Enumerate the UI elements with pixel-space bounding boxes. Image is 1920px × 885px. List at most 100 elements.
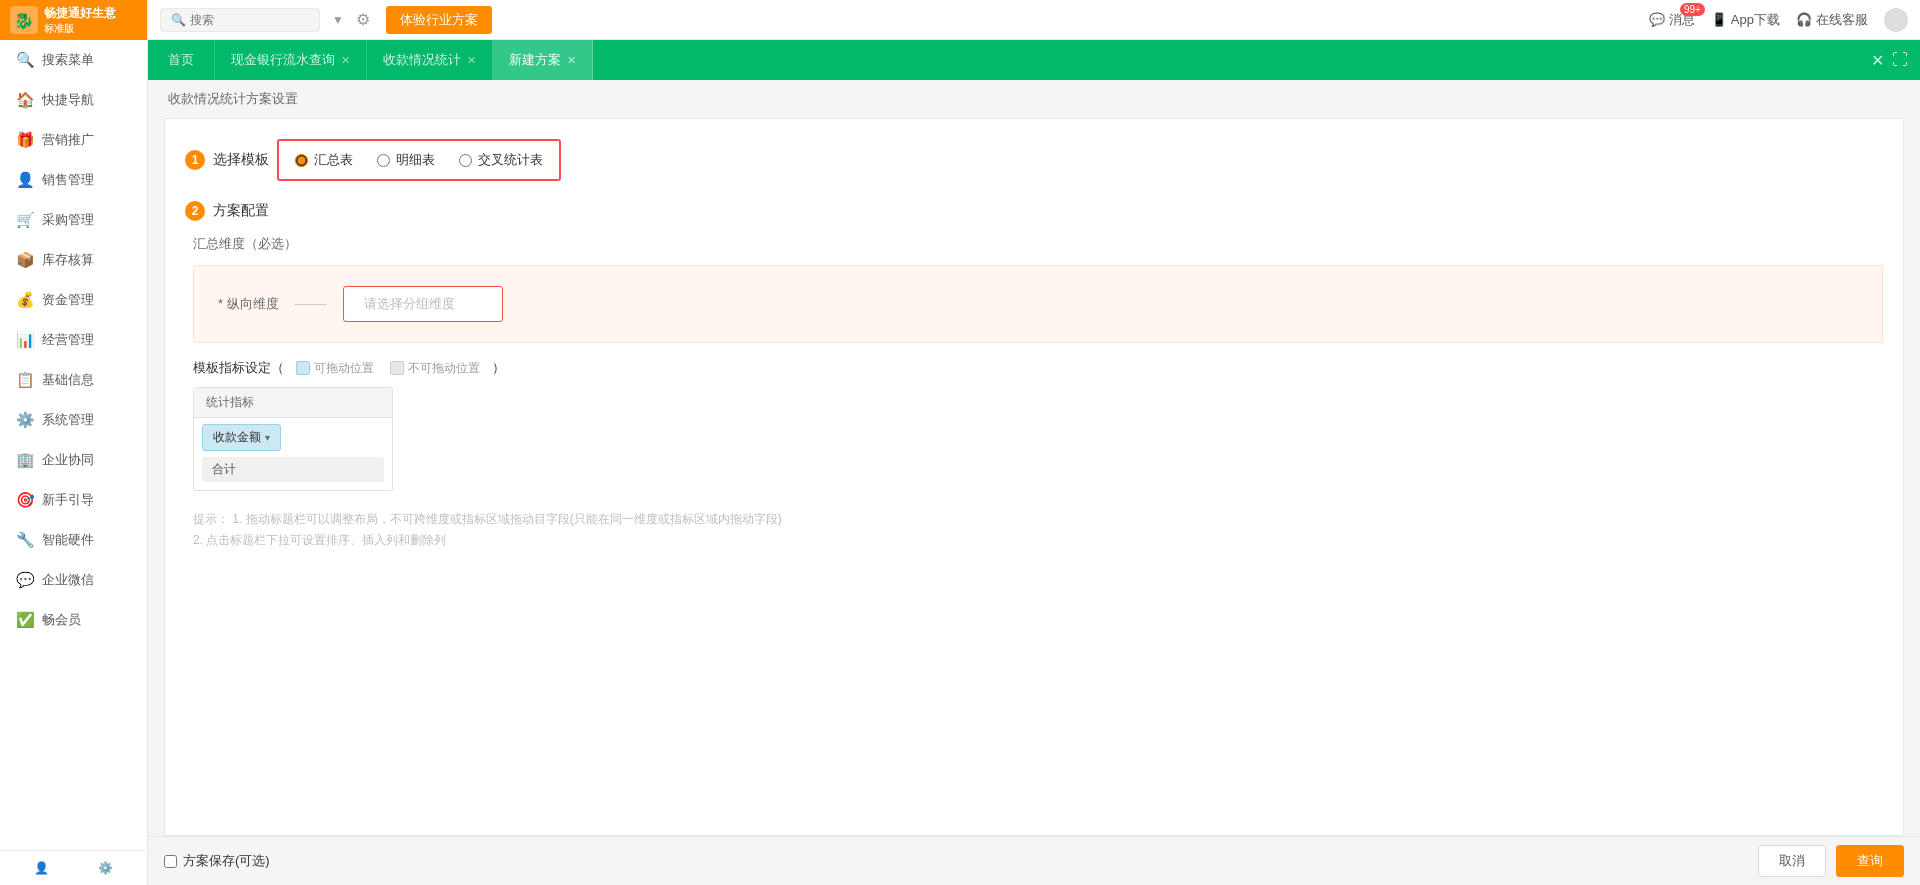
tab-actions: ✕ ⛶ [1859,51,1920,70]
search-icon: 🔍 [171,13,186,27]
tab-label-new-plan: 新建方案 [509,51,561,69]
user-avatar[interactable] [1884,8,1908,32]
template-label-summary: 汇总表 [314,151,353,169]
sidebar-item-finance[interactable]: 💰资金管理 [0,280,147,320]
template-label-detail: 明细表 [396,151,435,169]
draggable-label: 可拖动位置 [314,360,374,377]
topbar-gear-icon[interactable]: ⚙ [356,10,370,29]
step1-title: 选择模板 [213,151,269,169]
topbar: 🔍 ▼ ⚙ 体验行业方案 💬 消息 99+ 📱 App下载 🎧 在线客服 [148,0,1920,40]
system-icon: ⚙️ [16,411,34,429]
app-download-link[interactable]: 📱 App下载 [1711,11,1780,29]
main-card: 1 选择模板 汇总表 明细表 交叉统计表 [164,118,1904,836]
tab-close-new-plan[interactable]: ✕ [567,54,576,67]
message-icon: 💬 [1649,12,1665,27]
tab-receipt-stats[interactable]: 收款情况统计 ✕ [367,40,493,80]
template-option-detail[interactable]: 明细表 [377,151,435,169]
tab-close-receipt-stats[interactable]: ✕ [467,54,476,67]
sidebar-item-base-info[interactable]: 📋 基础信息 [0,360,147,400]
sidebar-item-guide[interactable]: 🎯新手引导 [0,480,147,520]
search-menu-icon: 🔍 [16,51,34,69]
template-option-crosstab[interactable]: 交叉统计表 [459,151,543,169]
topbar-dropdown-icon[interactable]: ▼ [332,13,344,27]
inventory-icon: 📦 [16,251,34,269]
sidebar-label-system: 系统管理 [42,411,94,429]
notifications-badge[interactable]: 💬 消息 99+ [1649,11,1695,29]
sidebar-settings-icon[interactable]: ⚙️ [74,861,138,875]
sidebar-label-enterprise: 企业协同 [42,451,94,469]
hint-1: 提示： 1. 拖动标题栏可以调整布局，不可跨维度或指标区域拖动目字段(只能在同一… [193,511,1883,528]
finance-icon: 💰 [16,291,34,309]
template-option-summary[interactable]: 汇总表 [295,151,353,169]
page-content: 收款情况统计方案设置 1 选择模板 汇总表 明细表 [148,80,1920,885]
sidebar-item-smart-hw[interactable]: 🔧 智能硬件 [0,520,147,560]
query-button[interactable]: 查询 [1836,845,1904,877]
quick-nav-icon: 🏠 [16,91,34,109]
dimension-row: * 纵向维度 —— 请选择分组维度 [218,286,1858,322]
tab-label-receipt-stats: 收款情况统计 [383,51,461,69]
online-service-label: 在线客服 [1816,11,1868,29]
step2-section: 2 方案配置 汇总维度（必选） * 纵向维度 —— 请选择分组维度 [185,201,1883,549]
tab-close-cash-flow[interactable]: ✕ [341,54,350,67]
indicator-tag-amount[interactable]: 收款金额 ▾ [202,424,281,451]
purchase-icon: 🛒 [16,211,34,229]
save-option-label[interactable]: 方案保存(可选) [164,852,270,870]
dimension-section-label: 汇总维度（必选） [193,235,1883,253]
sidebar-item-quick-nav[interactable]: 🏠快捷导航 [0,80,147,120]
notifications-count: 99+ [1680,3,1705,16]
sidebar-item-operations[interactable]: 📊经营管理 [0,320,147,360]
maximize-icon[interactable]: ⛶ [1892,51,1908,69]
cancel-button[interactable]: 取消 [1758,845,1826,877]
sidebar-item-enterprise[interactable]: 🏢企业协同 [0,440,147,480]
topbar-search-box[interactable]: 🔍 [160,8,320,32]
indicator-settings-label: 模板指标设定（ [193,359,284,377]
tab-home[interactable]: 首页 [148,40,215,80]
close-window-icon[interactable]: ✕ [1871,51,1884,70]
sidebar-label-weixin: 企业微信 [42,571,94,589]
logo-icon: 🐉 [10,6,38,34]
sidebar-label-base-info: 基础信息 [42,371,94,389]
marketing-icon: 🎁 [16,131,34,149]
template-radio-detail[interactable] [377,154,390,167]
weixin-icon: 💬 [16,571,34,589]
app-icon: 📱 [1711,12,1727,27]
sidebar-item-sales[interactable]: 👤销售管理 [0,160,147,200]
indicator-settings: 模板指标设定（ 可拖动位置 不可拖动位置 [193,359,1883,491]
sidebar-label-smart-hw: 智能硬件 [42,531,94,549]
sidebar-label-search-menu: 搜索菜单 [42,51,94,69]
tab-new-plan[interactable]: 新建方案 ✕ [493,40,593,80]
breadcrumb: 收款情况统计方案设置 [148,80,1920,118]
sidebar-user-icon[interactable]: 👤 [10,861,74,875]
indicator-tag-label: 收款金额 [213,429,261,446]
draggable-legend: 可拖动位置 [296,360,374,377]
sidebar-item-marketing[interactable]: 🎁 营销推广 [0,120,147,160]
indicator-subtag-total: 合计 [202,457,384,482]
vertical-dimension-label: * 纵向维度 [218,295,279,313]
indicator-area: 统计指标 收款金额 ▾ 合计 [193,387,393,491]
sidebar-item-member[interactable]: ✅畅会员 [0,600,147,640]
template-radio-crosstab[interactable] [459,154,472,167]
dimension-select[interactable]: 请选择分组维度 [343,286,503,322]
sidebar-item-weixin[interactable]: 💬 企业微信 [0,560,147,600]
sidebar-logo: 🐉 畅捷通好生意 标准版 [0,0,147,40]
save-checkbox[interactable] [164,855,177,868]
sidebar-label-inventory: 库存核算 [42,251,94,269]
base-info-icon: 📋 [16,371,34,389]
sidebar-item-purchase[interactable]: 🛒采购管理 [0,200,147,240]
sidebar-label-marketing: 营销推广 [42,131,94,149]
online-service-link[interactable]: 🎧 在线客服 [1796,11,1868,29]
sidebar-label-operations: 经营管理 [42,331,94,349]
tab-cash-flow[interactable]: 现金银行流水查询 ✕ [215,40,367,80]
step1-num: 1 [185,150,205,170]
smart-hw-icon: 🔧 [16,531,34,549]
indicator-legend: 可拖动位置 不可拖动位置 [296,360,480,377]
search-input[interactable] [190,13,309,27]
template-radio-summary[interactable] [295,154,308,167]
sidebar-item-system[interactable]: ⚙️ 系统管理 [0,400,147,440]
main-area: 🔍 ▼ ⚙ 体验行业方案 💬 消息 99+ 📱 App下载 🎧 在线客服 首页现… [148,0,1920,885]
draggable-box-icon [296,361,310,375]
trial-button[interactable]: 体验行业方案 [386,6,492,34]
sales-icon: 👤 [16,171,34,189]
sidebar-item-search-menu[interactable]: 🔍 搜索菜单 [0,40,147,80]
sidebar-item-inventory[interactable]: 📦 库存核算 [0,240,147,280]
